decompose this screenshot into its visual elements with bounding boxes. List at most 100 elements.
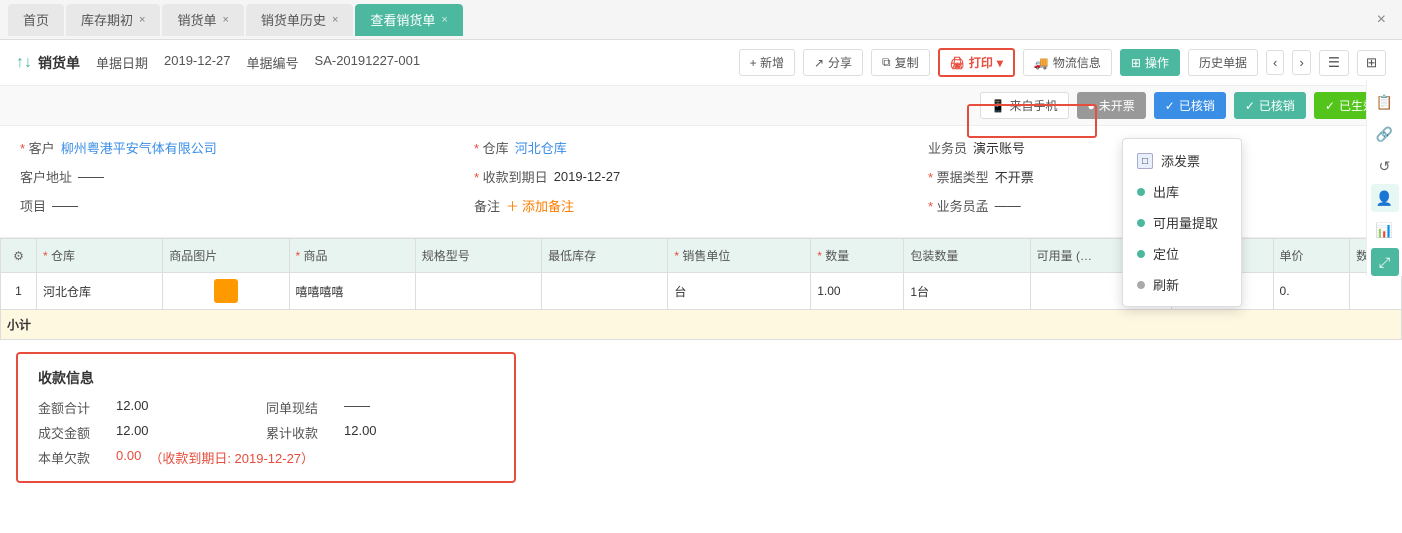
tab-sales-close[interactable]: ×: [222, 14, 228, 26]
row-image: [163, 273, 289, 310]
col-settings[interactable]: ⚙: [1, 239, 37, 273]
tab-home[interactable]: 首页: [8, 4, 64, 36]
invoice-label: 票据类型: [928, 167, 989, 186]
amount-label: 金额合计: [38, 398, 108, 417]
logistics-button[interactable]: 🚚 物流信息: [1023, 49, 1112, 76]
address-field: 客户地址 ——: [20, 167, 474, 186]
tab-inventory-close[interactable]: ×: [139, 14, 145, 26]
payment-info-box: 收款信息 金额合计 12.00 同单现结 —— 成交金额 12.00 累计收款 …: [16, 352, 516, 483]
cancelled-button[interactable]: ✓ 已核销: [1234, 92, 1306, 119]
dropdown-outbound[interactable]: 出库: [1123, 176, 1241, 207]
row-extra: [1350, 273, 1402, 310]
new-button[interactable]: + 新增: [739, 49, 795, 76]
dropdown-locate[interactable]: 定位: [1123, 238, 1241, 269]
warehouse-field: 仓库 河北仓库: [474, 138, 928, 157]
tab-sales[interactable]: 销货单 ×: [162, 4, 243, 36]
due-row: 本单欠款 0.00 （收款到期日: 2019-12-27）: [38, 448, 494, 467]
list-view-button[interactable]: ☰: [1319, 50, 1349, 76]
print-dropdown-icon[interactable]: ▾: [997, 56, 1003, 70]
tab-home-label: 首页: [23, 10, 49, 29]
refresh-label: 刷新: [1153, 275, 1179, 294]
row-warehouse: 河北仓库: [37, 273, 163, 310]
phone-icon: 📱: [991, 99, 1006, 113]
add-remarks-button[interactable]: ＋ 添加备注: [506, 196, 574, 215]
dropdown-refresh[interactable]: 刷新: [1123, 269, 1241, 300]
address-label: 客户地址: [20, 167, 72, 186]
tab-sales-history[interactable]: 销货单历史 ×: [246, 4, 353, 36]
doc-title: ↑↓ 销货单: [16, 53, 80, 73]
tab-view-sales-close[interactable]: ×: [441, 14, 447, 26]
tab-inventory[interactable]: 库存期初 ×: [66, 4, 160, 36]
locate-dot: [1137, 250, 1145, 258]
transaction-value: 12.00: [116, 423, 149, 442]
plus-icon: ＋: [506, 196, 519, 215]
sidebar-user-icon[interactable]: 👤: [1371, 184, 1399, 212]
warehouse-label: 仓库: [474, 138, 509, 157]
customer-label: 客户: [20, 138, 55, 157]
print-button[interactable]: 🖨 打印 ▾: [938, 48, 1015, 77]
grid-view-button[interactable]: ⊞: [1357, 50, 1386, 76]
outbound-label: 出库: [1153, 182, 1179, 201]
sidebar-clipboard-icon[interactable]: 📋: [1371, 88, 1399, 116]
warehouse-value[interactable]: 河北仓库: [515, 138, 567, 157]
invoice-value: 不开票: [995, 167, 1034, 186]
tab-view-sales-label: 查看销货单: [370, 10, 435, 29]
settings-icon[interactable]: ⚙: [13, 249, 24, 263]
doc-number-value: SA-20191227-001: [315, 53, 421, 72]
operation-dropdown: □ 添发票 出库 可用量提取 定位 刷新: [1122, 138, 1242, 307]
available-qty-dot: [1137, 219, 1145, 227]
doc-actions: + 新增 ↗ 分享 ⧉ 复制 🖨 打印 ▾ 🚚 物流信息: [739, 48, 1386, 77]
subtotal-label: 小计: [1, 310, 1402, 340]
add-invoice-label: 添发票: [1161, 151, 1200, 170]
tab-sales-history-close[interactable]: ×: [332, 14, 338, 26]
sidebar-chart-icon[interactable]: 📊: [1371, 216, 1399, 244]
available-qty-label: 可用量提取: [1153, 213, 1218, 232]
project-value: ——: [52, 198, 78, 213]
sidebar-refresh-icon[interactable]: ↺: [1371, 152, 1399, 180]
not-open-button[interactable]: ● 未开票: [1077, 92, 1146, 119]
from-phone-button[interactable]: 📱 来自手机: [980, 92, 1069, 119]
sidebar-expand-icon[interactable]: ⤢: [1371, 248, 1399, 276]
sidebar-link-icon[interactable]: 🔗: [1371, 120, 1399, 148]
customer-value[interactable]: 柳州粤港平安气体有限公司: [61, 138, 217, 157]
share-button[interactable]: ↗ 分享: [803, 49, 863, 76]
copy-button[interactable]: ⧉ 复制: [871, 49, 930, 76]
due-value: 0.00: [116, 448, 141, 467]
same-order-row: 同单现结 ——: [266, 398, 494, 417]
tab-inventory-label: 库存期初: [81, 10, 133, 29]
salesperson2-value: ——: [995, 198, 1021, 213]
row-spec: [415, 273, 541, 310]
history-button[interactable]: 历史单据: [1188, 49, 1258, 76]
row-product: 嘻嘻嘻嘻: [289, 273, 415, 310]
invoice-icon: □: [1137, 153, 1153, 169]
prev-button[interactable]: ‹: [1266, 50, 1284, 75]
remarks-field: 备注 ＋ 添加备注: [474, 196, 928, 215]
dropdown-add-invoice[interactable]: □ 添发票: [1123, 145, 1241, 176]
dropdown-available-qty[interactable]: 可用量提取: [1123, 207, 1241, 238]
tab-sales-history-label: 销货单历史: [261, 10, 326, 29]
cumulative-value: 12.00: [344, 423, 377, 442]
payment-title: 收款信息: [38, 368, 494, 388]
product-image: [214, 279, 238, 303]
doc-date-label: 单据日期: [96, 53, 148, 72]
payment-date-label: 收款到期日: [474, 167, 548, 186]
grid-icon: ⊞: [1131, 56, 1141, 70]
cumulative-label: 累计收款: [266, 423, 336, 442]
window-close-button[interactable]: ×: [1369, 11, 1394, 29]
check-circle2-icon: ✓: [1325, 99, 1335, 113]
subtotal-row: 小计: [1, 310, 1402, 340]
col-min-stock: 最低库存: [542, 239, 668, 273]
due-label: 本单欠款: [38, 448, 108, 467]
check-icon: ✓: [1165, 99, 1175, 113]
payment-date-value: 2019-12-27: [554, 169, 621, 184]
project-field: 项目 ——: [20, 196, 474, 215]
col-image: 商品图片: [163, 239, 289, 273]
doc-meta: 单据日期 2019-12-27 单据编号 SA-20191227-001: [96, 53, 420, 72]
cumulative-row: 累计收款 12.00: [266, 423, 494, 442]
col-spec: 规格型号: [415, 239, 541, 273]
next-button[interactable]: ›: [1292, 50, 1310, 75]
checked-button[interactable]: ✓ 已核销: [1154, 92, 1226, 119]
operation-button[interactable]: ⊞ 操作: [1120, 49, 1180, 76]
tab-view-sales[interactable]: 查看销货单 ×: [355, 4, 462, 36]
transaction-label: 成交金额: [38, 423, 108, 442]
